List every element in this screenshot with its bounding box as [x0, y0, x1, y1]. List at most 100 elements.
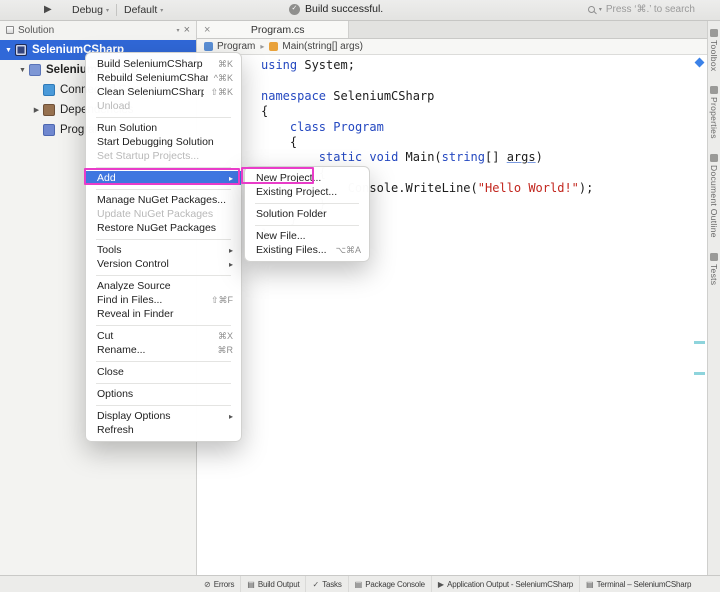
- statusbar-item-build-output[interactable]: ▤ Build Output: [240, 576, 305, 592]
- menu-item-label: Find in Files...: [97, 294, 163, 306]
- statusbar-item-application-output-seleniumcsharp[interactable]: ▶ Application Output - SeleniumCSharp: [430, 576, 579, 592]
- rail-tab-label: Toolbox: [709, 40, 719, 72]
- pad-close-icon[interactable]: ×: [184, 24, 190, 36]
- context-menu-item-run-solution[interactable]: Run Solution: [86, 121, 241, 135]
- errors-icon: ⊘: [204, 579, 211, 589]
- rail-tab-tests[interactable]: Tests: [709, 253, 719, 285]
- configuration-label: Debug: [72, 4, 103, 16]
- solution-pad-title: Solution: [18, 24, 55, 36]
- configuration-selector[interactable]: Debug ▾: [72, 4, 109, 16]
- menu-separator: [86, 271, 241, 279]
- tab-close-icon[interactable]: ×: [204, 24, 210, 36]
- context-menu-item-clean-seleniumcsharp[interactable]: Clean SeleniumCSharp ⇧⌘K: [86, 85, 241, 99]
- context-menu-item-add[interactable]: Add ▸: [86, 171, 241, 185]
- code-token: namespace: [261, 88, 327, 103]
- submenu-arrow-icon: ▸: [228, 245, 233, 255]
- pad-menu-icon[interactable]: ▾: [177, 27, 180, 34]
- build-output-icon: ▤: [247, 579, 255, 589]
- rail-tab-toolbox[interactable]: Toolbox: [709, 29, 719, 71]
- context-menu-item-restore-nuget-packages[interactable]: Restore NuGet Packages: [86, 221, 241, 235]
- statusbar-item-package-console[interactable]: ▤ Package Console: [347, 576, 431, 592]
- add-submenu-item-solution-folder[interactable]: Solution Folder: [245, 207, 369, 221]
- code-token: System;: [297, 58, 355, 72]
- global-search[interactable]: ▾ Press ‘⌘.’ to search: [587, 4, 695, 15]
- menu-separator: [86, 357, 241, 365]
- context-menu-item-manage-nuget-packages[interactable]: Manage NuGet Packages...: [86, 193, 241, 207]
- code-token: []: [485, 150, 507, 165]
- menu-item-label: Rebuild SeleniumCSharp: [97, 72, 208, 84]
- menu-separator: [245, 199, 369, 207]
- context-menu-item-display-options[interactable]: Display Options ▸: [86, 409, 241, 423]
- menu-item-label: Existing Files...: [256, 244, 327, 256]
- rail-tab-properties[interactable]: Properties: [709, 86, 719, 139]
- code-area[interactable]: using System; namespace SeleniumCSharp{ …: [197, 55, 707, 575]
- menu-separator: [86, 185, 241, 193]
- statusbar-item-terminal-seleniumcsharp[interactable]: ▤ Terminal – SeleniumCSharp: [579, 576, 697, 592]
- toolbar-divider: [116, 4, 117, 16]
- context-menu-item-options[interactable]: Options: [86, 387, 241, 401]
- context-menu-item-reveal-in-finder[interactable]: Reveal in Finder: [86, 307, 241, 321]
- code-line: namespace SeleniumCSharp: [261, 89, 707, 104]
- context-menu-item-refresh[interactable]: Refresh: [86, 423, 241, 437]
- code-line: class Program: [261, 120, 707, 135]
- ide-window: ▶ Debug ▾ Default ▾ Build successful. ▾ …: [0, 0, 720, 592]
- breadcrumb: Program ▸ Main(string[] args): [197, 39, 707, 55]
- rail-tab-label: Properties: [709, 97, 719, 140]
- context-menu-item-build-seleniumcsharp[interactable]: Build SeleniumCSharp ⌘K: [86, 57, 241, 71]
- code-token: Main(: [398, 150, 442, 165]
- statusbar-item-label: Errors: [213, 579, 235, 589]
- context-menu-item-tools[interactable]: Tools ▸: [86, 243, 241, 257]
- context-menu-item-start-debugging-solution[interactable]: Start Debugging Solution: [86, 135, 241, 149]
- disclosure-collapsed-icon[interactable]: ▶: [30, 106, 43, 114]
- breadcrumb-label: Program: [217, 41, 256, 52]
- run-button[interactable]: ▶: [44, 4, 52, 15]
- add-submenu-item-existing-files[interactable]: Existing Files... ⌥⌘A: [245, 243, 369, 257]
- breadcrumb-item-main-string-args[interactable]: Main(string[] args): [269, 41, 363, 52]
- context-menu: Build SeleniumCSharp ⌘K Rebuild SeleniumCS…: [85, 52, 242, 442]
- statusbar-item-tasks[interactable]: ✓ Tasks: [305, 576, 347, 592]
- code-line: {: [261, 135, 707, 150]
- context-menu-item-cut[interactable]: Cut ⌘X: [86, 329, 241, 343]
- context-menu-item-analyze-source[interactable]: Analyze Source: [86, 279, 241, 293]
- menu-item-shortcut: ⌘R: [217, 344, 234, 355]
- menu-item-label: New Project...: [256, 172, 322, 184]
- rail-tab-document-outline[interactable]: Document Outline: [709, 154, 719, 238]
- statusbar-item-label: Build Output: [257, 579, 300, 589]
- statusbar-item-errors[interactable]: ⊘ Errors: [198, 576, 240, 592]
- tab-program-cs[interactable]: × Program.cs: [197, 21, 349, 38]
- context-menu-item-find-in-files[interactable]: Find in Files... ⇧⌘F: [86, 293, 241, 307]
- build-status-icon: [289, 3, 300, 15]
- menu-separator: [86, 401, 241, 409]
- context-menu-item-version-control[interactable]: Version Control ▸: [86, 257, 241, 271]
- breadcrumb-item-program[interactable]: Program: [204, 41, 255, 52]
- csharp-file-icon: [43, 124, 55, 136]
- connected-services-icon: [43, 84, 55, 96]
- menu-item-label: Existing Project...: [256, 186, 338, 198]
- menu-item-label: Rename...: [97, 344, 146, 356]
- menu-item-shortcut: ⌘K: [217, 58, 233, 69]
- run-target-selector[interactable]: Default ▾: [124, 4, 163, 16]
- chevron-down-icon: ▾: [105, 7, 109, 14]
- right-rail: Toolbox Properties Document Outline Tests: [707, 21, 720, 575]
- context-menu-item-rebuild-seleniumcsharp[interactable]: Rebuild SeleniumCSharp ^⌘K: [86, 71, 241, 85]
- disclosure-expanded-icon[interactable]: ▼: [2, 47, 15, 54]
- statusbar-item-label: Terminal – SeleniumCSharp: [596, 579, 692, 589]
- context-menu-item-rename[interactable]: Rename... ⌘R: [86, 343, 241, 357]
- disclosure-expanded-icon[interactable]: ▼: [16, 67, 29, 74]
- solution-pad-icon: [6, 26, 14, 34]
- code-token: {: [261, 104, 269, 119]
- menu-item-label: Manage NuGet Packages...: [97, 194, 226, 206]
- menu-item-label: Close: [97, 366, 124, 378]
- add-submenu-item-new-project[interactable]: New Project...: [245, 171, 369, 185]
- menu-item-shortcut: ⇧⌘K: [210, 86, 233, 97]
- context-menu-item-close[interactable]: Close: [86, 365, 241, 379]
- search-placeholder: Press ‘⌘.’ to search: [605, 4, 695, 15]
- solution-pad-header: Solution ▾ ×: [0, 21, 196, 39]
- toolbox-icon: [710, 29, 718, 37]
- chevron-down-icon: ▾: [598, 7, 602, 13]
- code-token: void: [369, 150, 399, 165]
- add-submenu-item-existing-project[interactable]: Existing Project...: [245, 185, 369, 199]
- menu-item-label: Add: [97, 172, 116, 184]
- menu-separator: [86, 379, 241, 387]
- add-submenu-item-new-file[interactable]: New File...: [245, 229, 369, 243]
